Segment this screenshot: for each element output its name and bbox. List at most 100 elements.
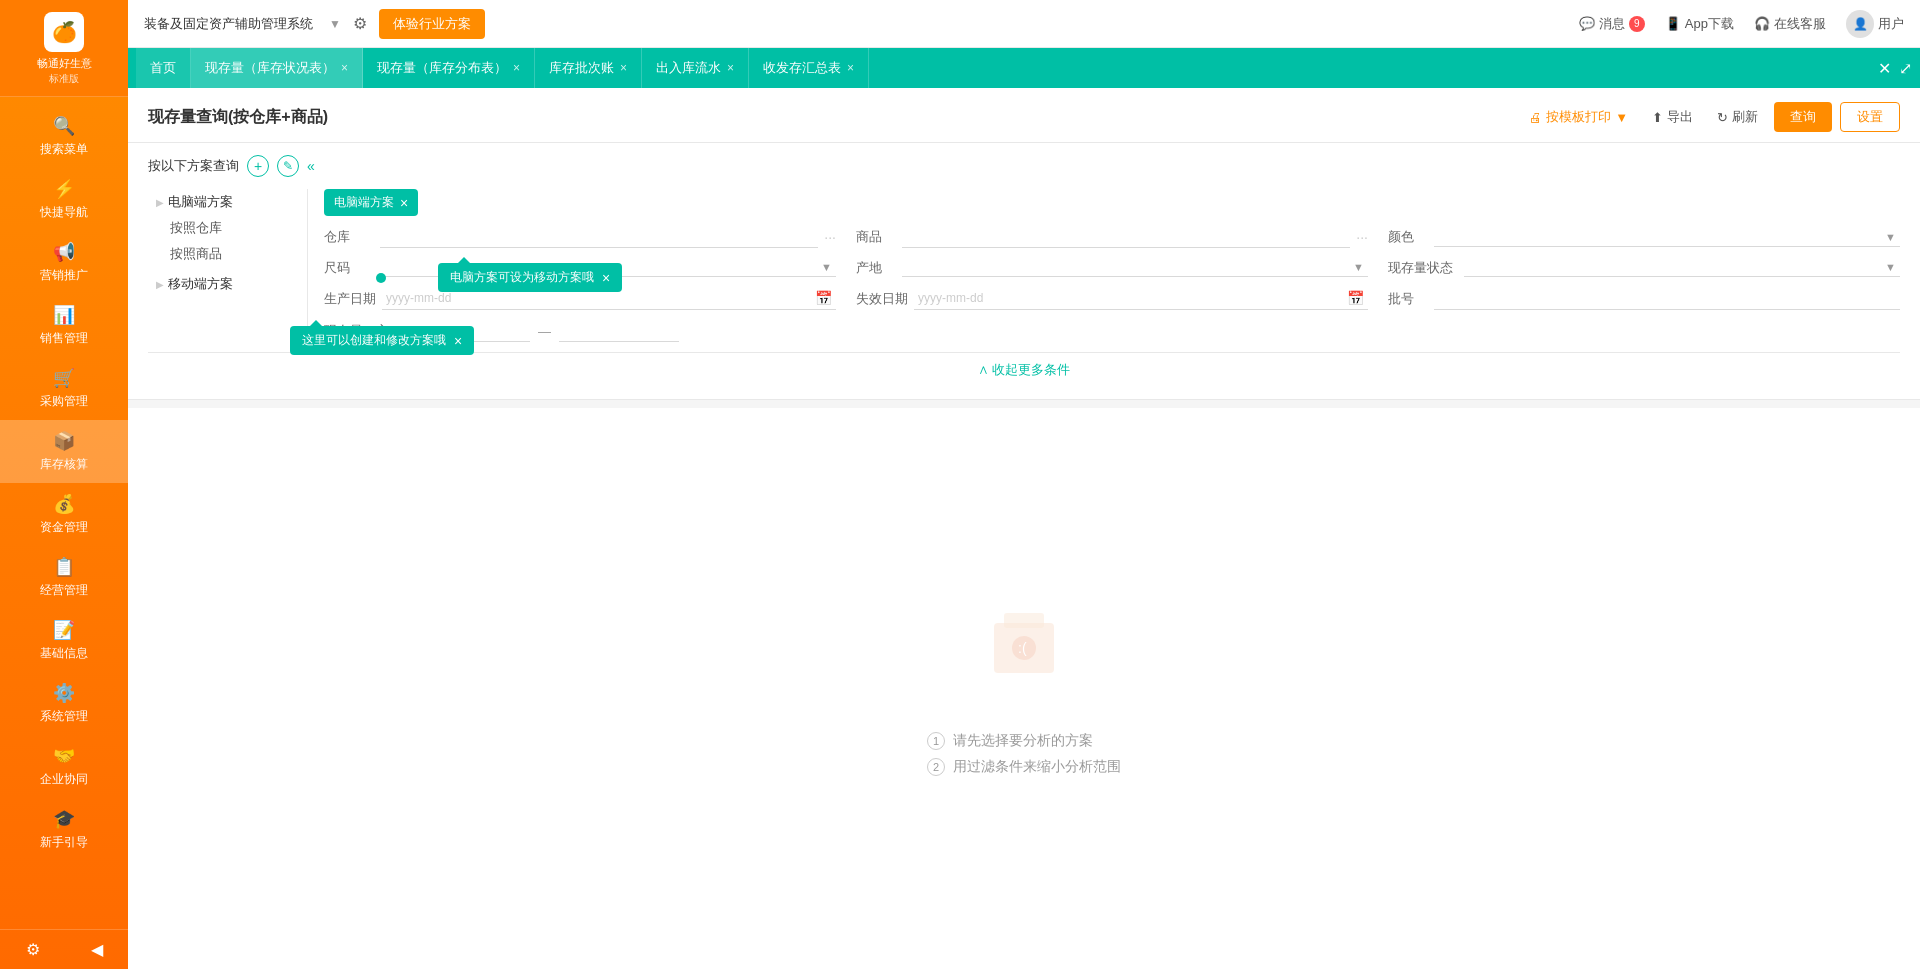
tab-receive-summary[interactable]: 收发存汇总表 × (749, 48, 869, 88)
filter-row-1: 仓库 ··· 商品 ··· 颜色 (324, 226, 1900, 248)
inventory-main-max[interactable] (559, 320, 679, 342)
tabbar: 首页 现存量（库存状况表） × 现存量（库存分布表） × 库存批次账 × 出入库… (128, 48, 1920, 88)
goods-dots[interactable]: ··· (1356, 229, 1368, 245)
expire-date-placeholder: yyyy-mm-dd (918, 291, 983, 305)
topbar-right: 💬 消息 9 📱 App下载 🎧 在线客服 👤 用户 (1579, 10, 1904, 38)
tab-batch-account-close[interactable]: × (620, 61, 627, 75)
tab-inventory-dist-close[interactable]: × (513, 61, 520, 75)
guide-icon: 🎓 (53, 808, 75, 830)
tab-inventory-dist-label: 现存量（库存分布表） (377, 59, 507, 77)
app-download-button[interactable]: 📱 App下载 (1665, 15, 1734, 33)
edit-scheme-button[interactable]: ✎ (277, 155, 299, 177)
origin-select[interactable]: ▼ (902, 258, 1368, 277)
refresh-button[interactable]: ↻ 刷新 (1709, 104, 1766, 130)
dropdown-arrow-icon: ▼ (1615, 110, 1628, 125)
message-label: 消息 (1599, 15, 1625, 33)
color-field: 颜色 ▼ (1388, 226, 1900, 248)
warehouse-input[interactable] (380, 226, 818, 248)
inventory-status-field: 现存量状态 ▼ (1388, 258, 1900, 277)
sidebar-label-purchase: 采购管理 (40, 393, 88, 410)
tabbar-actions: ✕ ⤢ (1878, 59, 1912, 78)
size-dropdown-icon: ▼ (821, 261, 832, 273)
add-scheme-button[interactable]: + (247, 155, 269, 177)
sidebar-item-enterprise[interactable]: 🤝 企业协同 (0, 735, 128, 798)
tabbar-expand-icon[interactable]: ⤢ (1899, 59, 1912, 78)
batch-input[interactable] (1434, 288, 1900, 310)
inventory-status-label: 现存量状态 (1388, 259, 1458, 277)
sidebar-label-inventory: 库存核算 (40, 456, 88, 473)
step-2-num: 2 (927, 758, 945, 776)
settings-button[interactable]: 设置 (1840, 102, 1900, 132)
sidebar-item-inventory[interactable]: 📦 库存核算 (0, 420, 128, 483)
tabbar-close-icon[interactable]: ✕ (1878, 59, 1891, 78)
tab-batch-account-label: 库存批次账 (549, 59, 614, 77)
empty-state: :( 1 请先选择要分析的方案 2 用过滤条件来缩小分析范围 (128, 408, 1920, 969)
tab-inventory-status-close[interactable]: × (341, 61, 348, 75)
template-print-button[interactable]: 🖨 按模板打印 ▼ (1521, 104, 1636, 130)
sidebar-item-operations[interactable]: 📋 经营管理 (0, 546, 128, 609)
step-1-text: 请先选择要分析的方案 (953, 732, 1093, 750)
online-support-button[interactable]: 🎧 在线客服 (1754, 15, 1826, 33)
tab-inout-flow[interactable]: 出入库流水 × (642, 48, 749, 88)
sidebar-item-purchase[interactable]: 🛒 采购管理 (0, 357, 128, 420)
batch-label: 批号 (1388, 290, 1428, 308)
operations-icon: 📋 (53, 556, 75, 578)
active-scheme-tag[interactable]: 电脑端方案 × (324, 189, 418, 216)
topbar-settings-icon[interactable]: ⚙ (353, 14, 367, 33)
produce-date-placeholder: yyyy-mm-dd (386, 291, 451, 305)
page-title: 现存量查询(按仓库+商品) (148, 107, 328, 128)
tab-home-label: 首页 (150, 59, 176, 77)
empty-step-1: 1 请先选择要分析的方案 (927, 732, 1121, 750)
sidebar-item-search[interactable]: 🔍 搜索菜单 (0, 105, 128, 168)
scheme-item-2[interactable]: 按照商品 (148, 241, 299, 267)
tab-inout-flow-close[interactable]: × (727, 61, 734, 75)
mobile-scheme-section[interactable]: ▶ 移动端方案 (148, 271, 299, 297)
scheme-arrow-icon[interactable]: « (307, 158, 315, 174)
sidebar-item-basic[interactable]: 📝 基础信息 (0, 609, 128, 672)
query-button[interactable]: 查询 (1774, 102, 1832, 132)
edit-tooltip-close[interactable]: × (454, 333, 462, 349)
export-button[interactable]: ⬆ 导出 (1644, 104, 1701, 130)
inventory-status-select[interactable]: ▼ (1464, 258, 1900, 277)
goods-input[interactable] (902, 226, 1350, 248)
message-button[interactable]: 💬 消息 9 (1579, 15, 1645, 33)
collapse-sidebar-icon[interactable]: ◀ (91, 940, 103, 959)
sidebar-item-guide[interactable]: 🎓 新手引导 (0, 798, 128, 861)
trial-button[interactable]: 体验行业方案 (379, 9, 485, 39)
sidebar-item-system[interactable]: ⚙️ 系统管理 (0, 672, 128, 735)
tab-receive-summary-close[interactable]: × (847, 61, 854, 75)
sidebar-item-quicknav[interactable]: ⚡ 快捷导航 (0, 168, 128, 231)
quicknav-icon: ⚡ (53, 178, 75, 200)
user-menu[interactable]: 👤 用户 (1846, 10, 1904, 38)
sidebar-item-finance[interactable]: 💰 资金管理 (0, 483, 128, 546)
collapse-bar[interactable]: ∧ 收起更多条件 (148, 352, 1900, 387)
color-select[interactable]: ▼ (1434, 228, 1900, 247)
tab-batch-account[interactable]: 库存批次账 × (535, 48, 642, 88)
inventory-status-dropdown-icon: ▼ (1885, 261, 1896, 273)
user-label: 用户 (1878, 15, 1904, 33)
tab-home[interactable]: 首页 (136, 48, 191, 88)
sidebar-item-sales[interactable]: 📊 销售管理 (0, 294, 128, 357)
active-scheme-tag-close[interactable]: × (400, 195, 408, 211)
step-2-text: 用过滤条件来缩小分析范围 (953, 758, 1121, 776)
sidebar-item-marketing[interactable]: 📢 营销推广 (0, 231, 128, 294)
scheme-item-1[interactable]: 按照仓库 (148, 215, 299, 241)
tab-inventory-dist[interactable]: 现存量（库存分布表） × (363, 48, 535, 88)
sidebar-label-basic: 基础信息 (40, 645, 88, 662)
tab-inventory-status[interactable]: 现存量（库存状况表） × (191, 48, 363, 88)
warehouse-dots[interactable]: ··· (824, 229, 836, 245)
main-content: 装备及固定资产辅助管理系统 ▼ ⚙ 体验行业方案 💬 消息 9 📱 App下载 … (128, 0, 1920, 969)
tab-inout-flow-label: 出入库流水 (656, 59, 721, 77)
scheme-tooltip: 电脑方案可设为移动方案哦 × (438, 263, 622, 292)
filter-panel: 电脑方案可设为移动方案哦 × 这里可以创建和修改方案哦 × 按以下方案查询 + … (128, 143, 1920, 400)
size-label: 尺码 (324, 259, 374, 277)
desktop-scheme-section[interactable]: ▶ 电脑端方案 (148, 189, 299, 215)
warehouse-field: 仓库 ··· (324, 226, 836, 248)
system-dropdown-icon[interactable]: ▼ (329, 17, 341, 31)
origin-dropdown-icon: ▼ (1353, 261, 1364, 273)
scheme-tooltip-close[interactable]: × (602, 270, 610, 286)
expire-date-input-wrapper[interactable]: yyyy-mm-dd 📅 (914, 287, 1368, 310)
filter-label-row: 按以下方案查询 + ✎ « (148, 155, 1900, 177)
printer-icon: 🖨 (1529, 110, 1542, 125)
settings-bottom-icon[interactable]: ⚙ (26, 940, 40, 959)
